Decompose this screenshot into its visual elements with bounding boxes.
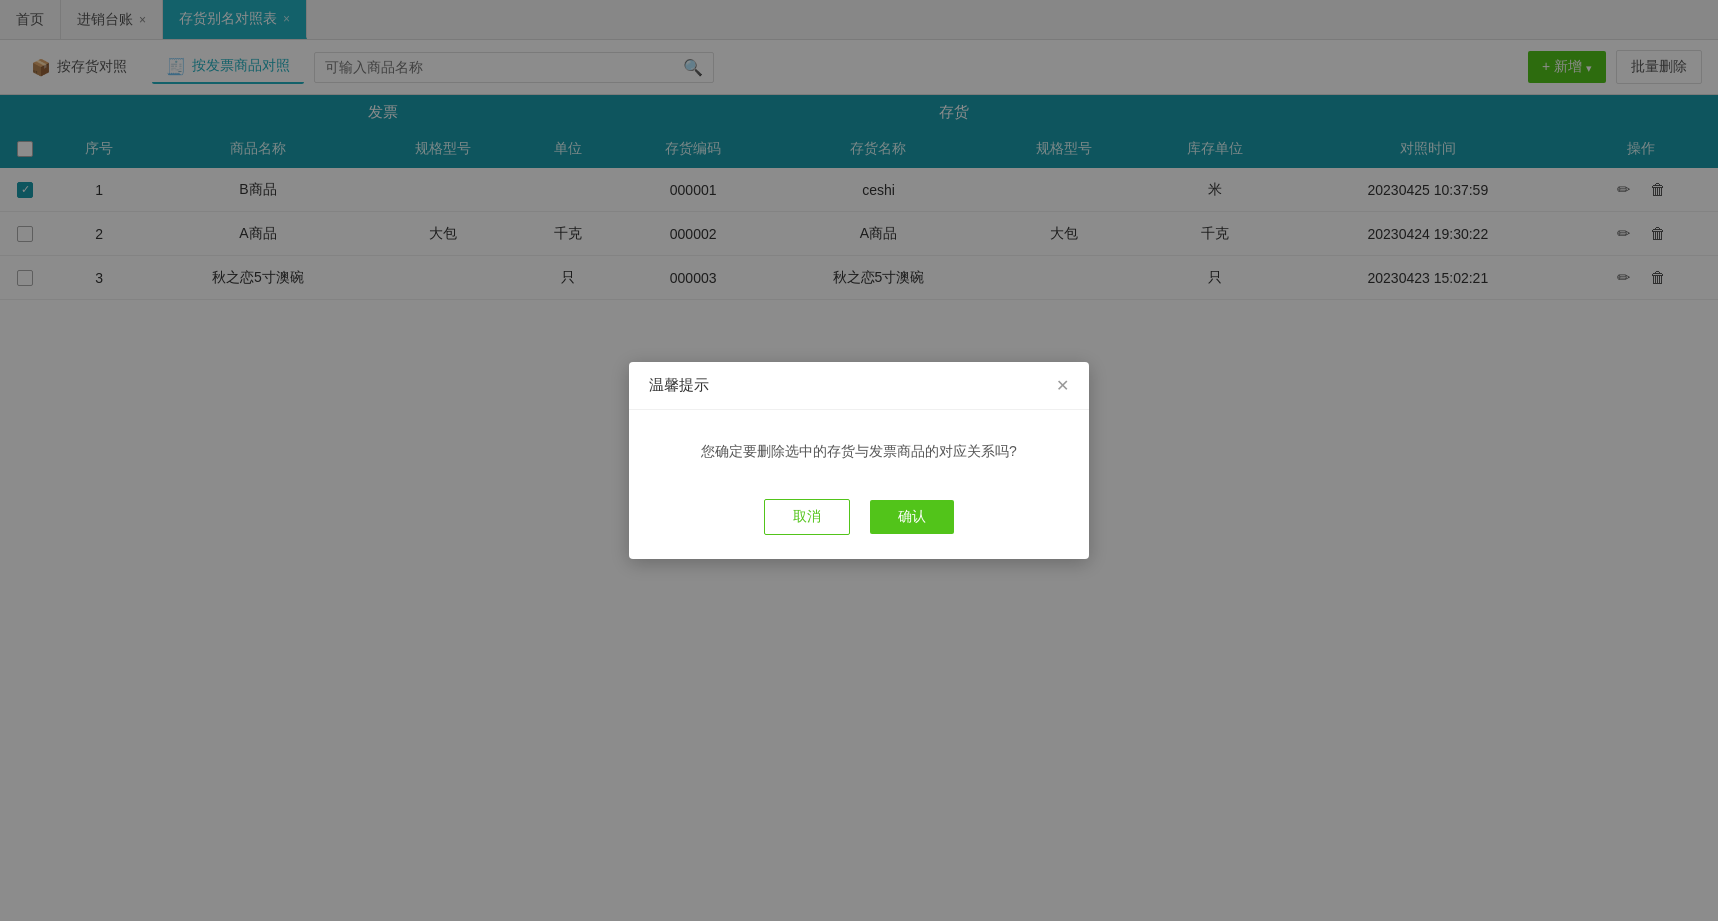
confirm-dialog: 温馨提示 ✕ 您确定要删除选中的存货与发票商品的对应关系吗? 取消 确认 <box>629 362 1089 558</box>
cancel-label: 取消 <box>793 508 821 524</box>
dialog-close-button[interactable]: ✕ <box>1056 376 1069 395</box>
dialog-message: 您确定要删除选中的存货与发票商品的对应关系吗? <box>701 443 1017 459</box>
dialog-title: 温馨提示 <box>649 376 709 395</box>
cancel-button[interactable]: 取消 <box>764 499 850 535</box>
dialog-body: 您确定要删除选中的存货与发票商品的对应关系吗? <box>629 410 1089 482</box>
dialog-footer: 取消 确认 <box>629 483 1089 559</box>
dialog-overlay: 温馨提示 ✕ 您确定要删除选中的存货与发票商品的对应关系吗? 取消 确认 <box>0 0 1718 921</box>
dialog-header: 温馨提示 ✕ <box>629 362 1089 410</box>
confirm-button[interactable]: 确认 <box>870 500 954 534</box>
confirm-label: 确认 <box>898 508 926 524</box>
